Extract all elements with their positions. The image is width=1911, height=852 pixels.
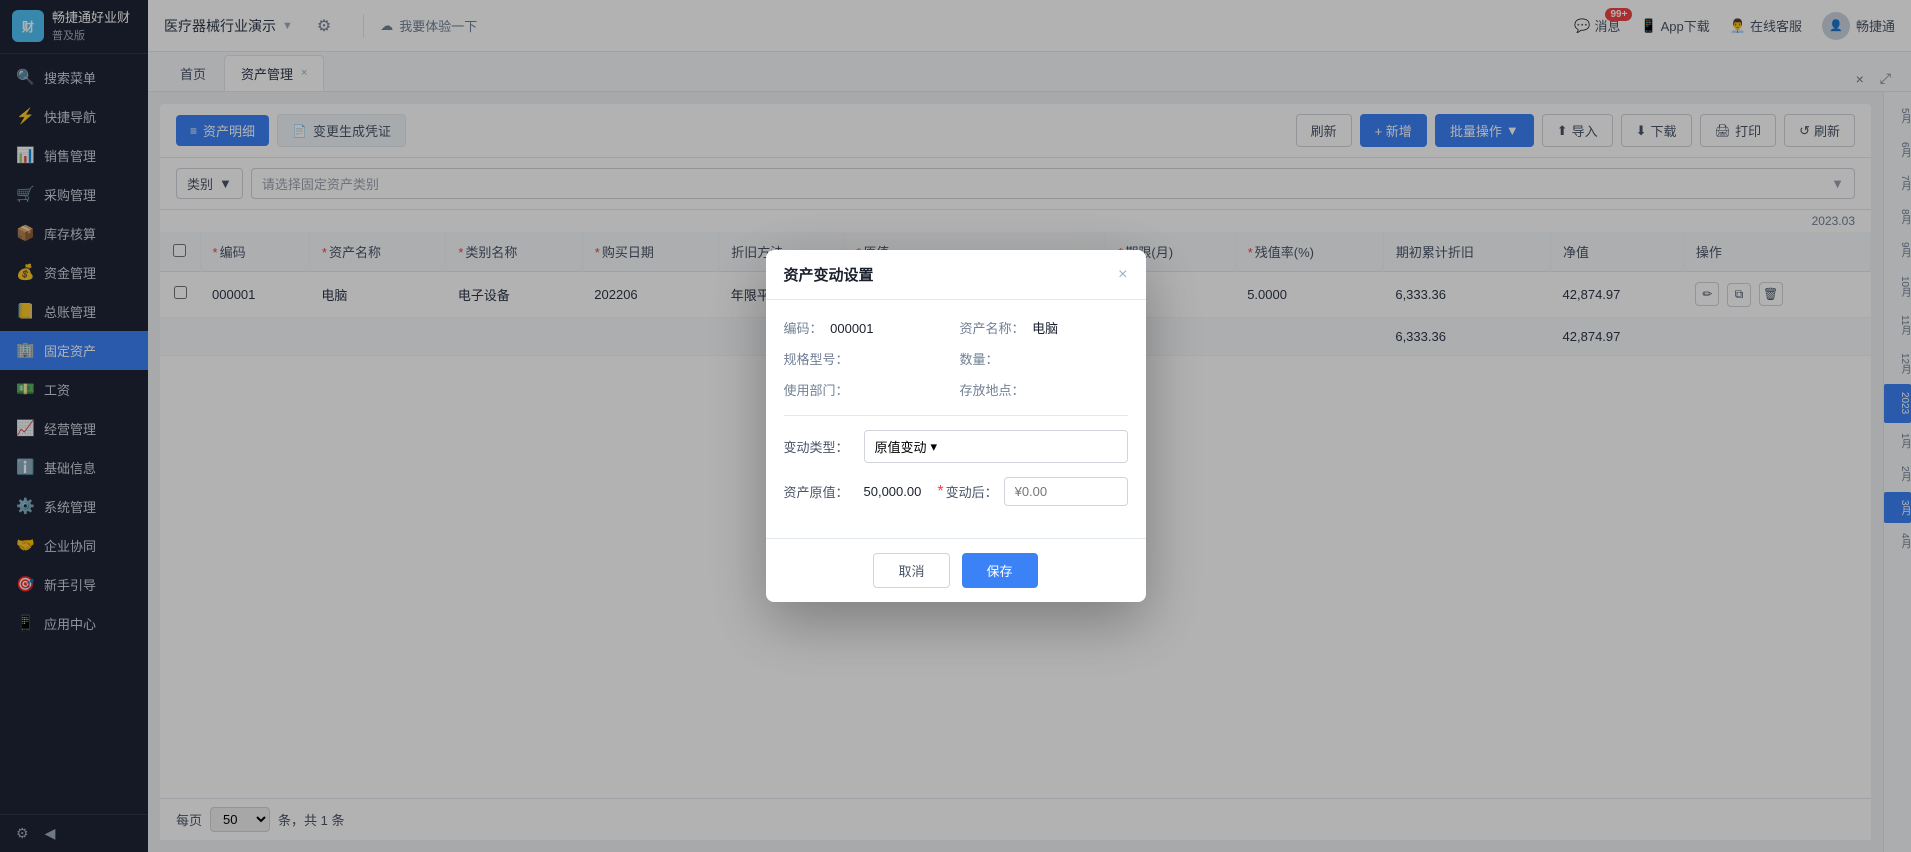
modal-asset-name-label: 资产名称： [960, 321, 1025, 336]
modal-location-label: 存放地点： [960, 383, 1025, 398]
after-label: 变动后： [946, 482, 998, 501]
modal-qty-field: 数量： [960, 349, 1128, 368]
modal-title: 资产变动设置 [784, 264, 874, 285]
original-value-label: 资产原值： [784, 482, 864, 501]
change-type-select[interactable]: 原值变动 ▾ [864, 430, 1128, 463]
asset-change-modal: 资产变动设置 × 编码： 000001 资产名称： 电脑 规格型号： 数量： [766, 250, 1146, 602]
modal-dept-label: 使用部门： [784, 383, 849, 398]
modal-asset-name-value: 电脑 [1032, 321, 1058, 336]
original-value-display: 50,000.00 [864, 484, 922, 499]
modal-info-grid: 编码： 000001 资产名称： 电脑 规格型号： 数量： 使用部门： [784, 318, 1128, 399]
modal-spec-label: 规格型号： [784, 352, 849, 367]
modal-location-field: 存放地点： [960, 380, 1128, 399]
modal-overlay: 资产变动设置 × 编码： 000001 资产名称： 电脑 规格型号： 数量： [0, 0, 1911, 852]
cancel-button[interactable]: 取消 [873, 553, 949, 588]
modal-code-value: 000001 [830, 321, 873, 336]
after-value-input[interactable] [1004, 477, 1128, 506]
modal-header: 资产变动设置 × [766, 250, 1146, 300]
change-type-arrow: ▾ [931, 439, 938, 455]
modal-qty-label: 数量： [960, 352, 999, 367]
modal-dept-field: 使用部门： [784, 380, 952, 399]
modal-name-field: 资产名称： 电脑 [960, 318, 1128, 337]
change-type-label: 变动类型： [784, 437, 864, 456]
change-type-value: 原值变动 [875, 437, 927, 456]
modal-code-field: 编码： 000001 [784, 318, 952, 337]
modal-close-btn[interactable]: × [1118, 266, 1127, 284]
after-required-star: * [937, 483, 943, 501]
modal-code-label: 编码： [784, 321, 823, 336]
change-type-row: 变动类型： 原值变动 ▾ [784, 430, 1128, 463]
original-value-row: 资产原值： 50,000.00 * 变动后： [784, 477, 1128, 506]
modal-spec-field: 规格型号： [784, 349, 952, 368]
modal-body: 编码： 000001 资产名称： 电脑 规格型号： 数量： 使用部门： [766, 300, 1146, 538]
save-button[interactable]: 保存 [962, 553, 1038, 588]
modal-footer: 取消 保存 [766, 538, 1146, 602]
modal-divider [784, 415, 1128, 416]
